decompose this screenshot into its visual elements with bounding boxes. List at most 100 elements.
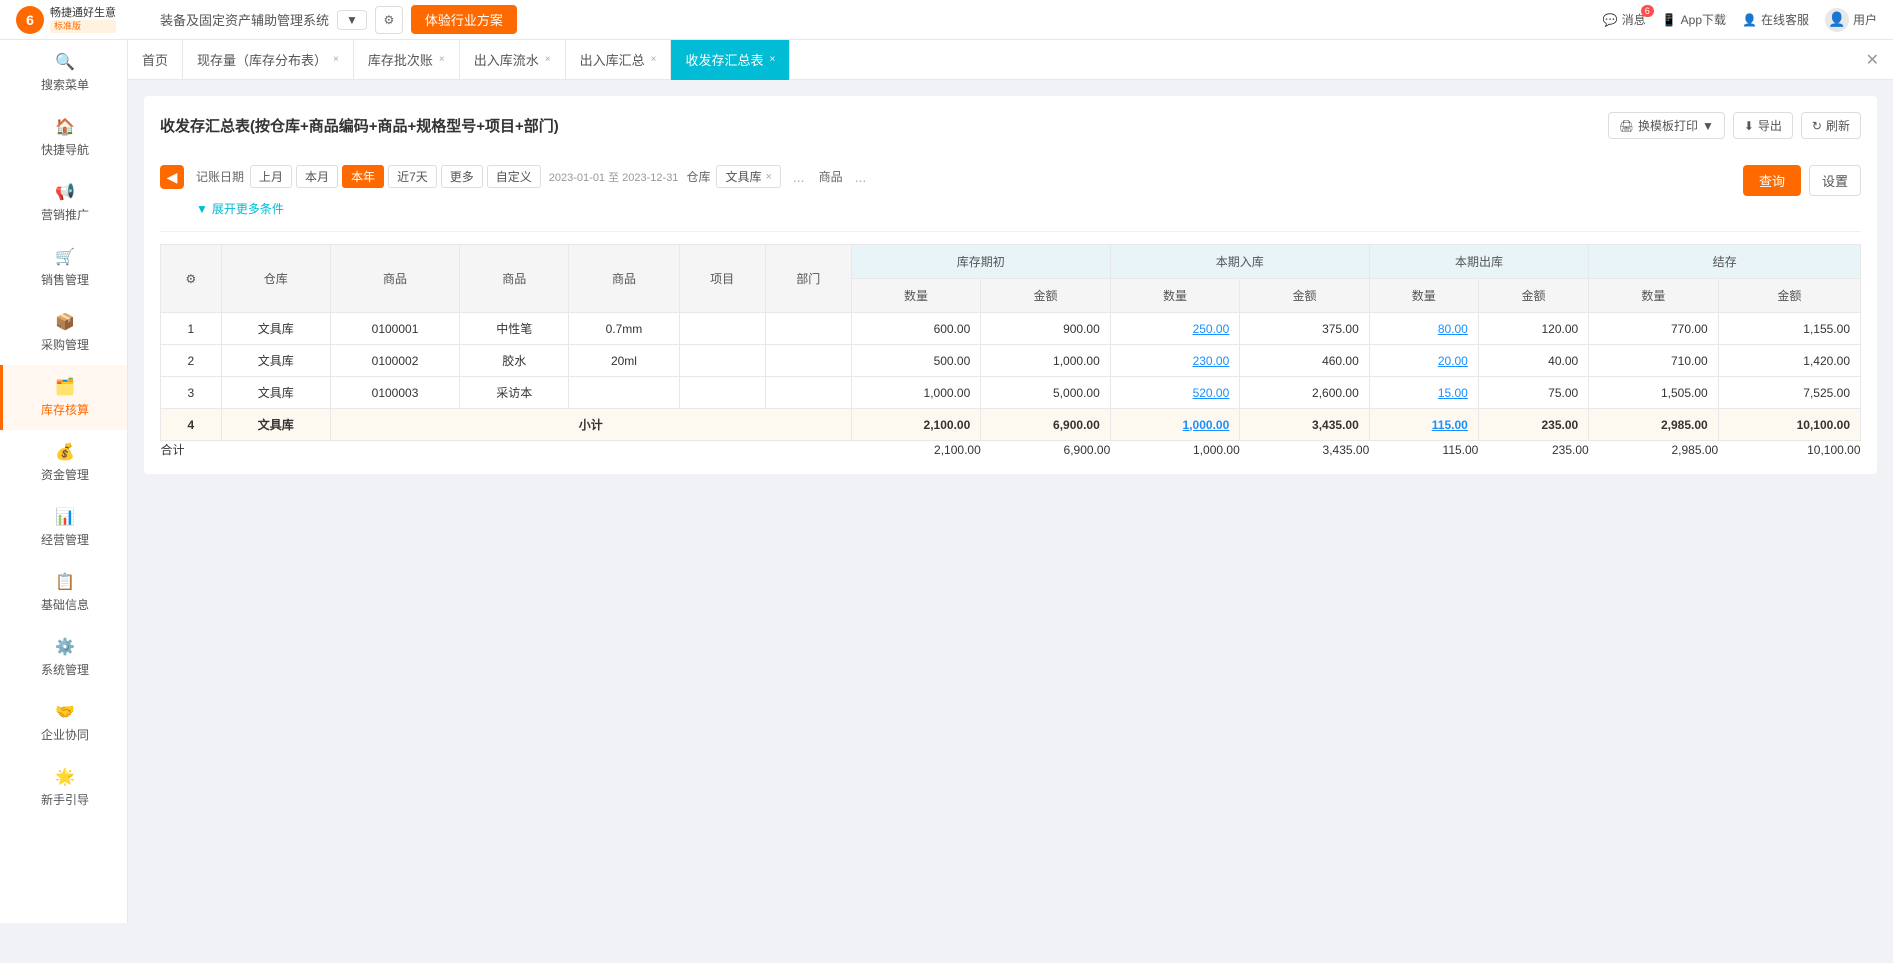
- row-no: 1: [161, 313, 222, 345]
- tab-inout-flow[interactable]: 出入库流水 ×: [460, 40, 566, 80]
- row-opening-amt: 900.00: [981, 313, 1111, 345]
- refresh-button[interactable]: ↻ 刷新: [1801, 112, 1861, 139]
- subtotal-out-amt: 235.00: [1478, 409, 1588, 441]
- tab-receive-send-summary[interactable]: 收发存汇总表 ×: [671, 40, 790, 80]
- date-btn-custom[interactable]: 自定义: [487, 165, 541, 188]
- newbie-icon: 🌟: [55, 767, 75, 787]
- row-out-qty[interactable]: 15.00: [1369, 377, 1478, 409]
- subtotal-closing-qty: 2,985.00: [1589, 409, 1719, 441]
- product-ellipsis[interactable]: ...: [849, 167, 873, 187]
- warehouse-tag-close[interactable]: ×: [765, 171, 771, 183]
- row-in-qty[interactable]: 520.00: [1110, 377, 1240, 409]
- row-opening-qty: 500.00: [851, 345, 981, 377]
- messages-button[interactable]: 💬 消息 6: [1603, 11, 1646, 28]
- sidebar-item-finance[interactable]: 💰 资金管理: [0, 430, 127, 495]
- tab-batch-ledger[interactable]: 库存批次账 ×: [354, 40, 460, 80]
- warehouse-ellipsis[interactable]: ...: [787, 167, 811, 187]
- online-service-button[interactable]: 👤 在线客服: [1742, 11, 1809, 28]
- date-range-display: 2023-01-01 至 2023-12-31: [549, 169, 679, 185]
- export-icon: ⬇: [1744, 119, 1754, 133]
- tab-close-batch-ledger[interactable]: ×: [439, 54, 445, 65]
- date-btn-more[interactable]: 更多: [441, 165, 483, 188]
- sidebar-item-marketing[interactable]: 📢 营销推广: [0, 170, 127, 235]
- sidebar-item-purchase[interactable]: 📦 采购管理: [0, 300, 127, 365]
- sidebar-item-quick-nav[interactable]: 🏠 快捷导航: [0, 105, 127, 170]
- tab-bar: 首页 现存量（库存分布表） × 库存批次账 × 出入库流水 × 出入库汇总 × …: [128, 40, 1893, 80]
- row-product-spec: 20ml: [569, 345, 679, 377]
- sidebar-item-operations[interactable]: 📊 经营管理: [0, 495, 127, 560]
- row-in-qty[interactable]: 250.00: [1110, 313, 1240, 345]
- subtotal-in-qty[interactable]: 1,000.00: [1110, 409, 1240, 441]
- col-out-group-header: 本期出库: [1369, 245, 1588, 279]
- app-download-button[interactable]: 📱 App下载: [1662, 11, 1726, 28]
- sidebar-item-enterprise[interactable]: 🤝 企业协同: [0, 690, 127, 755]
- tab-bar-close-button[interactable]: ✕: [1852, 40, 1893, 80]
- query-button[interactable]: 查询: [1743, 165, 1801, 196]
- date-btn-7days[interactable]: 近7天: [388, 165, 437, 188]
- tab-close-receive-send-summary[interactable]: ×: [769, 54, 775, 65]
- trial-button[interactable]: 体验行业方案: [411, 5, 517, 34]
- sidebar-item-basic-info[interactable]: 📋 基础信息: [0, 560, 127, 625]
- row-opening-qty: 1,000.00: [851, 377, 981, 409]
- tab-close-inout-flow[interactable]: ×: [545, 54, 551, 65]
- date-btn-last-month[interactable]: 上月: [250, 165, 292, 188]
- finance-icon: 💰: [55, 442, 75, 462]
- sidebar-item-system[interactable]: ⚙️ 系统管理: [0, 625, 127, 690]
- tab-close-inout-summary[interactable]: ×: [651, 54, 657, 65]
- date-btn-this-month[interactable]: 本月: [296, 165, 338, 188]
- row-department: [765, 345, 851, 377]
- warehouse-filter: 仓库 文具库 × ...: [686, 165, 810, 188]
- filter-row-1: 记账日期 上月 本月 本年 近7天 更多 自定义 2023-01-0: [196, 165, 1731, 188]
- row-opening-qty: 600.00: [851, 313, 981, 345]
- row-out-qty[interactable]: 80.00: [1369, 313, 1478, 345]
- filter-collapse-button[interactable]: ◀: [160, 165, 184, 189]
- row-in-qty[interactable]: 230.00: [1110, 345, 1240, 377]
- date-btn-this-year[interactable]: 本年: [342, 165, 384, 188]
- export-button[interactable]: ⬇ 导出: [1733, 112, 1793, 139]
- user-menu[interactable]: 👤 用户: [1825, 8, 1877, 32]
- warehouse-tag: 文具库 ×: [716, 165, 780, 188]
- tab-home[interactable]: 首页: [128, 40, 183, 80]
- row-closing-qty: 710.00: [1589, 345, 1719, 377]
- operations-icon: 📊: [55, 507, 75, 527]
- sidebar-item-search[interactable]: 🔍 搜索菜单: [0, 40, 127, 105]
- total-closing-amt: 10,100.00: [1718, 441, 1860, 459]
- subtotal-out-qty[interactable]: 115.00: [1369, 409, 1478, 441]
- chevron-down-icon: ▼: [1702, 119, 1714, 133]
- sidebar-item-inventory[interactable]: 🗂️ 库存核算: [0, 365, 127, 430]
- row-no: 2: [161, 345, 222, 377]
- date-range-text: 2023-01-01 至 2023-12-31: [549, 169, 679, 185]
- system-dropdown[interactable]: ▼: [337, 10, 367, 30]
- row-product-code: 0100003: [330, 377, 460, 409]
- gear-button[interactable]: ⚙: [375, 6, 403, 34]
- col-department-header: 部门: [765, 245, 851, 313]
- tab-inout-summary[interactable]: 出入库汇总 ×: [566, 40, 672, 80]
- sidebar-item-sales[interactable]: 🛒 销售管理: [0, 235, 127, 300]
- row-warehouse: 文具库: [221, 313, 330, 345]
- table-row: 1 文具库 0100001 中性笔 0.7mm 600.00 900.00 25…: [161, 313, 1861, 345]
- row-closing-amt: 1,420.00: [1718, 345, 1860, 377]
- expand-conditions-button[interactable]: ▼ 展开更多条件: [196, 196, 1731, 221]
- row-opening-amt: 1,000.00: [981, 345, 1111, 377]
- sales-icon: 🛒: [55, 247, 75, 267]
- sidebar-item-newbie[interactable]: 🌟 新手引导: [0, 755, 127, 820]
- total-out-qty: 115.00: [1369, 441, 1478, 459]
- table-settings-icon[interactable]: ⚙: [185, 272, 196, 286]
- subtotal-warehouse: 文具库: [221, 409, 330, 441]
- col-opening-qty-header: 数量: [851, 279, 981, 313]
- row-out-qty[interactable]: 20.00: [1369, 345, 1478, 377]
- expand-row: ▼ 展开更多条件: [196, 196, 1731, 221]
- row-department: [765, 377, 851, 409]
- subtotal-no: 4: [161, 409, 222, 441]
- sidebar: 🔍 搜索菜单 🏠 快捷导航 📢 营销推广 🛒 销售管理 📦 采购管理 🗂️ 库存…: [0, 40, 128, 923]
- total-in-amt: 3,435.00: [1240, 441, 1370, 459]
- row-project: [679, 313, 765, 345]
- logo-area: 6 畅捷通好生意 标准版: [16, 6, 144, 34]
- tab-close-inventory-dist[interactable]: ×: [333, 54, 339, 65]
- settings-button[interactable]: 设置: [1809, 165, 1861, 196]
- tab-inventory-dist[interactable]: 现存量（库存分布表） ×: [183, 40, 354, 80]
- row-project: [679, 377, 765, 409]
- top-bar-center: 装备及固定资产辅助管理系统 ▼ ⚙ 体验行业方案: [160, 5, 1603, 34]
- row-in-amt: 2,600.00: [1240, 377, 1370, 409]
- print-template-button[interactable]: 🖨 换模板打印 ▼: [1608, 112, 1725, 139]
